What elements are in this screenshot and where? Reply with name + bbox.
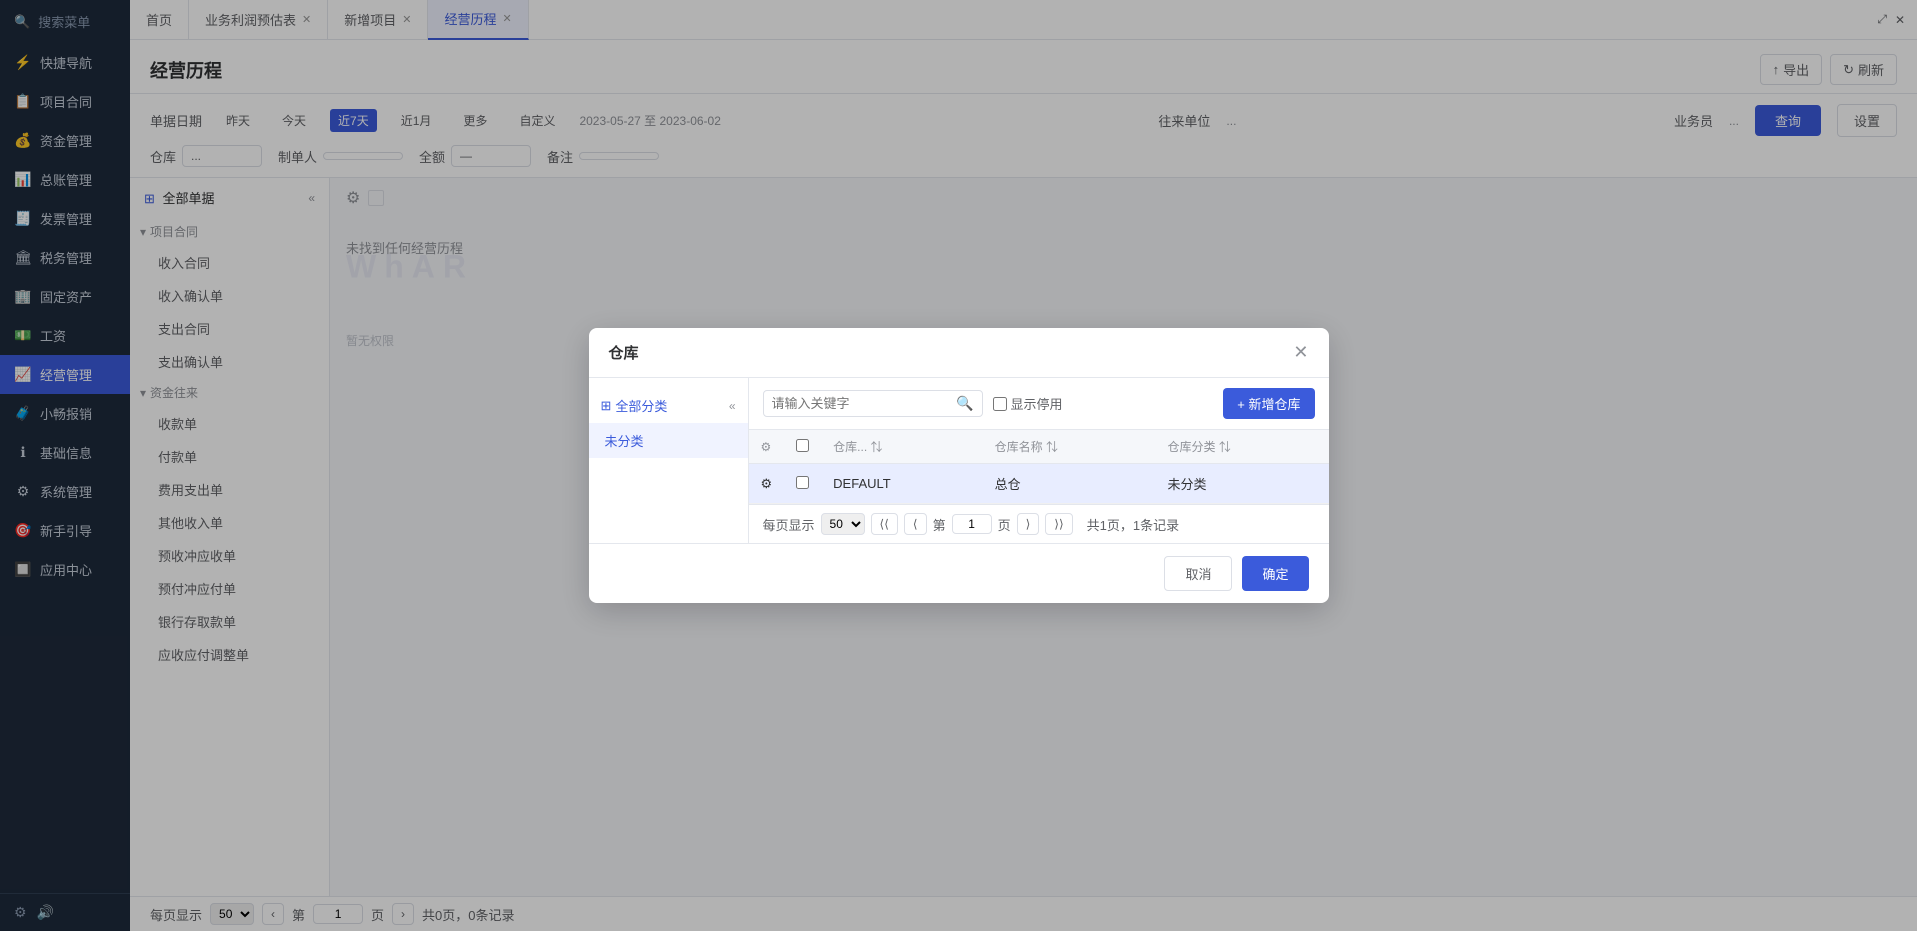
modal-pagination: 每页显示 50 ⟨⟨ ⟨ 第 页 ⟩ ⟩⟩ 共1页，1条记录 xyxy=(749,504,1329,543)
modal-first-page-btn[interactable]: ⟨⟨ xyxy=(871,513,898,535)
modal-actions: 取消 确定 xyxy=(589,543,1329,603)
sort-code-icon[interactable]: ⇅ xyxy=(871,440,883,454)
col-code-header: 仓库... ⇅ xyxy=(821,430,982,464)
modal-left-collapse[interactable]: « xyxy=(729,399,736,413)
row-name-cell: 总仓 xyxy=(983,464,1156,504)
sort-name-icon[interactable]: ⇅ xyxy=(1046,440,1058,454)
show-disabled-label: 显示停用 xyxy=(1011,394,1063,413)
modal-table: ⚙ 仓库... ⇅ 仓库名称 xyxy=(749,430,1329,504)
modal-last-page-btn[interactable]: ⟩⟩ xyxy=(1045,513,1072,535)
modal-overlay[interactable]: 仓库 ✕ ⊞ 全部分类 « 未分类 xyxy=(0,0,1917,931)
row-code-cell: DEFAULT xyxy=(821,464,982,504)
modal-page-input[interactable] xyxy=(952,514,992,534)
modal-right-panel: 🔍 显示停用 + 新增仓库 ⚙ xyxy=(749,378,1329,543)
modal-header: 仓库 ✕ xyxy=(589,328,1329,378)
search-icon[interactable]: 🔍 xyxy=(956,395,973,412)
row-check-cell xyxy=(784,464,821,504)
warehouse-modal: 仓库 ✕ ⊞ 全部分类 « 未分类 xyxy=(589,328,1329,603)
col-check-header xyxy=(784,430,821,464)
modal-close-button[interactable]: ✕ xyxy=(1293,342,1308,363)
modal-body: ⊞ 全部分类 « 未分类 🔍 xyxy=(589,378,1329,543)
col-name-header: 仓库名称 ⇅ xyxy=(983,430,1156,464)
show-disabled-checkbox[interactable] xyxy=(993,397,1007,411)
row-category-cell: 未分类 xyxy=(1156,464,1329,504)
modal-title: 仓库 xyxy=(609,342,639,363)
modal-all-category[interactable]: ⊞ 全部分类 xyxy=(601,396,668,415)
modal-prev-page-btn[interactable]: ⟨ xyxy=(904,513,927,535)
modal-left-panel: ⊞ 全部分类 « 未分类 xyxy=(589,378,749,543)
add-warehouse-button[interactable]: + 新增仓库 xyxy=(1223,388,1314,419)
confirm-button[interactable]: 确定 xyxy=(1242,556,1308,591)
select-all-checkbox[interactable] xyxy=(796,439,809,452)
show-disabled-group: 显示停用 xyxy=(993,394,1063,413)
row-settings-icon[interactable]: ⚙ xyxy=(761,476,773,491)
row-settings-cell: ⚙ xyxy=(749,464,785,504)
col-settings-header: ⚙ xyxy=(749,430,785,464)
cancel-button[interactable]: 取消 xyxy=(1164,556,1232,591)
modal-next-page-btn[interactable]: ⟩ xyxy=(1017,513,1040,535)
table-row[interactable]: ⚙ DEFAULT 总仓 xyxy=(749,464,1329,504)
search-input[interactable] xyxy=(772,396,951,411)
modal-left-uncategorized[interactable]: 未分类 xyxy=(589,423,748,458)
modal-total-label: 共1页，1条记录 xyxy=(1087,515,1179,534)
modal-toolbar: 🔍 显示停用 + 新增仓库 xyxy=(749,378,1329,430)
modal-page-label: 第 xyxy=(933,515,946,534)
col-settings-icon[interactable]: ⚙ xyxy=(761,440,772,454)
grid-icon: ⊞ xyxy=(601,398,612,414)
search-box[interactable]: 🔍 xyxy=(763,390,983,417)
modal-page-suffix: 页 xyxy=(998,515,1011,534)
all-category-label: 全部分类 xyxy=(615,396,667,415)
col-category-header: 仓库分类 ⇅ xyxy=(1156,430,1329,464)
per-page-label: 每页显示 xyxy=(763,515,815,534)
sort-category-icon[interactable]: ⇅ xyxy=(1219,440,1231,454)
row-checkbox[interactable] xyxy=(796,476,809,489)
modal-left-header: ⊞ 全部分类 « xyxy=(589,388,748,423)
modal-per-page-select[interactable]: 50 xyxy=(821,513,865,535)
